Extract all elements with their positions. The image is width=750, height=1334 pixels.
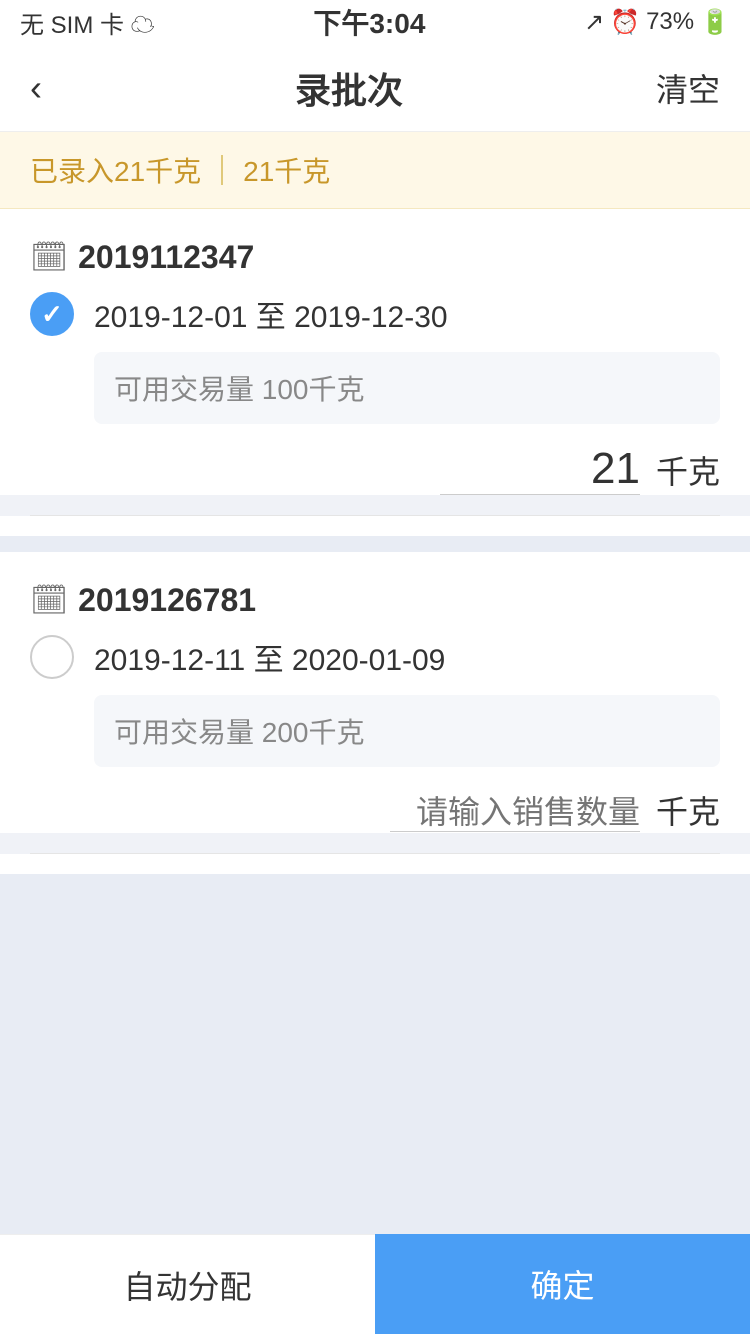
batch2-available-text: 可用交易量 200千克 <box>114 717 365 748</box>
batch2-bottom-pad <box>0 854 750 874</box>
batch1-quantity-input[interactable] <box>440 444 640 495</box>
batch1-card: 🗓 2019112347 2019-12-01 至 2019-12-30 可用交… <box>0 209 750 424</box>
battery-text: 73% <box>646 8 694 36</box>
batch2-radio[interactable] <box>30 635 74 679</box>
batch2-icon: 🗓 <box>30 583 68 618</box>
batch2-header: 🗓 2019126781 <box>30 582 720 619</box>
alarm-icon: ⏰ <box>610 8 640 37</box>
status-time: 下午3:04 <box>313 2 425 42</box>
batch2-quantity-input[interactable] <box>390 794 640 832</box>
battery-icon: 🔋 <box>700 8 730 37</box>
recorded-label: 已录入21千克 <box>30 150 201 190</box>
batch2-card: 🗓 2019126781 2019-12-11 至 2020-01-09 可用交… <box>0 552 750 767</box>
info-banner: 已录入21千克 21千克 <box>0 132 750 209</box>
clear-button[interactable]: 清空 <box>656 65 720 111</box>
batch1-available-text: 可用交易量 100千克 <box>114 374 365 405</box>
batch1-available-box: 可用交易量 100千克 <box>94 352 720 424</box>
status-right: ↗ ⏰ 73% 🔋 <box>584 8 730 37</box>
banner-divider <box>221 155 223 185</box>
location-icon: ↗ <box>584 8 604 37</box>
batch2-id: 2019126781 <box>78 582 256 619</box>
status-left: 无 SIM 卡 ☁ <box>20 5 155 40</box>
page-title: 录批次 <box>295 62 403 114</box>
nav-bar: ‹ 录批次 清空 <box>0 44 750 132</box>
batch1-header: 🗓 2019112347 <box>30 239 720 276</box>
bottom-bar: 自动分配 确定 <box>0 1234 750 1334</box>
batch1-bottom-pad <box>0 516 750 536</box>
recorded-value: 21千克 <box>243 150 330 190</box>
batch2-unit: 千克 <box>656 787 720 833</box>
section-gap <box>0 536 750 552</box>
batch1-radio[interactable] <box>30 292 74 336</box>
batch2-date: 2019-12-11 至 2020-01-09 <box>94 635 445 679</box>
sim-text: 无 SIM 卡 ☁ <box>20 5 155 40</box>
batch1-id: 2019112347 <box>78 239 254 276</box>
status-bar: 无 SIM 卡 ☁ 下午3:04 ↗ ⏰ 73% 🔋 <box>0 0 750 44</box>
batch1-row[interactable]: 2019-12-01 至 2019-12-30 <box>30 292 720 336</box>
batch2-available-box: 可用交易量 200千克 <box>94 695 720 767</box>
batch1-icon: 🗓 <box>30 240 68 275</box>
back-button[interactable]: ‹ <box>30 67 42 109</box>
auto-distribute-button[interactable]: 自动分配 <box>0 1234 375 1334</box>
batch1-quantity-row: 千克 <box>0 424 750 495</box>
batch2-row[interactable]: 2019-12-11 至 2020-01-09 <box>30 635 720 679</box>
batch1-date: 2019-12-01 至 2019-12-30 <box>94 292 448 336</box>
background-fill <box>0 874 750 1274</box>
batch2-input-row: 千克 <box>0 767 750 833</box>
confirm-button[interactable]: 确定 <box>375 1234 750 1334</box>
batch1-unit: 千克 <box>656 447 720 493</box>
